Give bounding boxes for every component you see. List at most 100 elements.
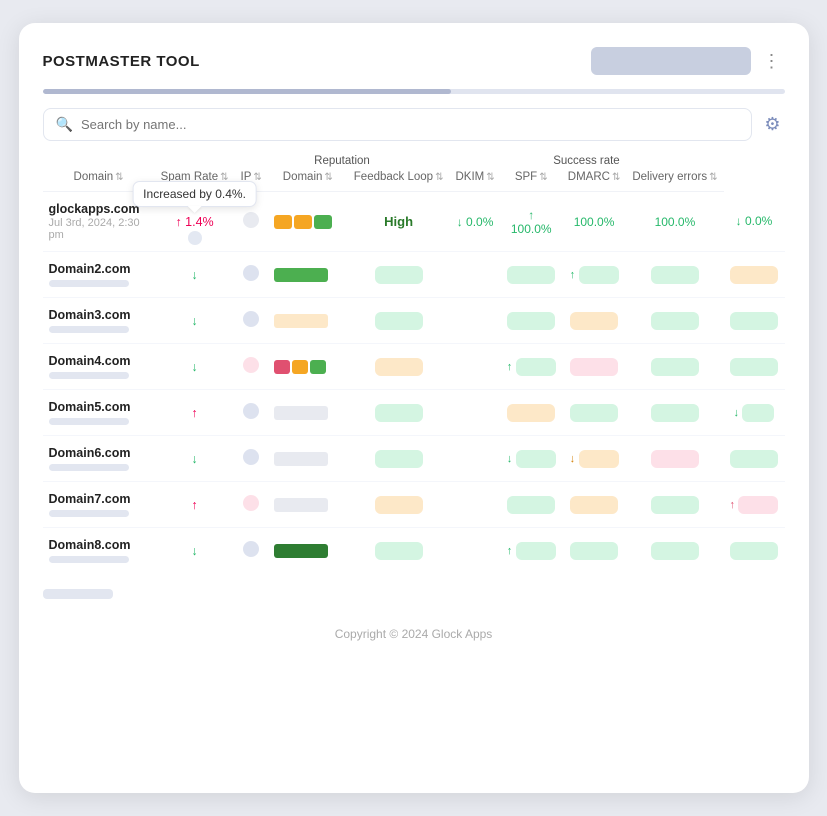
rep-bar-cell: [268, 390, 348, 436]
feedback-value: ↓ 0.0%: [457, 215, 494, 229]
search-input[interactable]: [81, 117, 739, 132]
spam-value: ↓: [191, 544, 197, 558]
ip-cell: [235, 390, 268, 436]
rep-bar-cell: [268, 528, 348, 574]
spam-value: ↓: [191, 360, 197, 374]
delivery-cell: ↓ 0.0%: [724, 192, 785, 252]
app-title: POSTMASTER TOOL: [43, 53, 200, 70]
spf-cell: ↓: [562, 436, 627, 482]
ip-cell: [235, 344, 268, 390]
feedback-cell: [348, 344, 450, 390]
table-row: Domain3.com↓: [43, 298, 785, 344]
rep-bars: [274, 360, 342, 374]
col-delivery: Delivery errors⇅: [626, 167, 723, 192]
header-right: ⋮: [591, 47, 785, 75]
ip-cell: [235, 482, 268, 528]
rep-bar-cell: [268, 436, 348, 482]
extra-cell: [449, 298, 500, 344]
dkim-cell: [501, 298, 562, 344]
feedback-val-cell: ↓ 0.0%: [449, 192, 500, 252]
extra-cell: [449, 436, 500, 482]
col-dkim: DKIM⇅: [449, 167, 500, 192]
table-row: Domain8.com↓ ↑: [43, 528, 785, 574]
spam-rate-cell: ↑: [155, 482, 235, 528]
domain-date-bar: [49, 464, 129, 471]
main-card: POSTMASTER TOOL ⋮ 🔍 ⚙ Reputation Success…: [19, 23, 809, 793]
domain-cell: Domain8.com: [43, 528, 155, 574]
ip-circle: [243, 495, 259, 511]
domain-name: Domain5.com: [49, 400, 149, 414]
spam-rate-cell: ↓: [155, 344, 235, 390]
spam-value: ↑: [191, 406, 197, 420]
table-row: glockapps.comJul 3rd, 2024, 2:30 pm Incr…: [43, 192, 785, 252]
domain-date-bar: [49, 418, 129, 425]
rep-bars: [274, 268, 342, 282]
ip-circle: [243, 212, 259, 228]
dkim-cell: [501, 482, 562, 528]
domain-cell: Domain4.com: [43, 344, 155, 390]
rep-bar-cell: [268, 298, 348, 344]
rep-bars: [274, 452, 342, 466]
rep-bars: [274, 314, 342, 328]
high-label: High: [384, 214, 413, 229]
extra-cell: [449, 482, 500, 528]
feedback-cell: [348, 298, 450, 344]
ip-circle: [243, 541, 259, 557]
dmarc-cell: [626, 390, 723, 436]
domain-name: Domain6.com: [49, 446, 149, 460]
rep-bars: [274, 498, 342, 512]
dmarc-cell: [626, 482, 723, 528]
footer: Copyright © 2024 Glock Apps: [43, 619, 785, 641]
delivery-cell: [724, 298, 785, 344]
spam-tooltip-wrap: Increased by 0.4%. ↑ 1.4%: [175, 215, 213, 229]
spam-value: ↓: [191, 268, 197, 282]
settings-icon[interactable]: ⚙: [760, 110, 784, 139]
domain-date-bar: [49, 280, 129, 287]
ip-circle: [243, 311, 259, 327]
spf-cell: [562, 298, 627, 344]
domain-name: Domain4.com: [49, 354, 149, 368]
spf-cell: [562, 390, 627, 436]
table-wrap: Reputation Success rate Domain⇅ Spam Rat…: [43, 155, 785, 573]
delivery-cell: [724, 436, 785, 482]
rep-bar-cell: [268, 192, 348, 252]
pagination-bar: [43, 589, 113, 599]
delivery-value: ↓ 0.0%: [736, 214, 773, 228]
rep-bar-cell: [268, 482, 348, 528]
spam-value: ↓: [191, 314, 197, 328]
spf-value: 100.0%: [574, 215, 615, 229]
rep-bar-cell: [268, 344, 348, 390]
table-row: Domain4.com ↓ ↑: [43, 344, 785, 390]
domain-name: Domain7.com: [49, 492, 149, 506]
dkim-cell: ↓: [501, 436, 562, 482]
col-spf: SPF⇅: [501, 167, 562, 192]
spam-rate-cell: ↓: [155, 436, 235, 482]
spam-value: ↑: [191, 498, 197, 512]
ip-cell: [235, 436, 268, 482]
delivery-cell: [724, 528, 785, 574]
spf-cell: [562, 482, 627, 528]
dmarc-cell: [626, 252, 723, 298]
table-row: Domain7.com↑ ↑: [43, 482, 785, 528]
spf-cell: 100.0%: [562, 192, 627, 252]
domain-name: Domain2.com: [49, 262, 149, 276]
delivery-cell: [724, 252, 785, 298]
dmarc-cell: 100.0%: [626, 192, 723, 252]
extra-cell: [449, 528, 500, 574]
header-bar: [591, 47, 751, 75]
dkim-cell: ↑: [501, 344, 562, 390]
domain-date-bar: [49, 326, 129, 333]
extra-cell: [449, 344, 500, 390]
ip-circle: [243, 449, 259, 465]
more-options-icon[interactable]: ⋮: [759, 49, 785, 74]
header-row: POSTMASTER TOOL ⋮: [43, 47, 785, 75]
table-row: Domain2.com↓ ↑: [43, 252, 785, 298]
col-rep-domain: Domain⇅: [268, 167, 348, 192]
col-dmarc: DMARC⇅: [562, 167, 627, 192]
delivery-cell: ↓: [724, 390, 785, 436]
feedback-cell: [348, 252, 450, 298]
ip-circle: [243, 265, 259, 281]
search-box: 🔍: [43, 108, 753, 141]
extra-cell: [449, 390, 500, 436]
spam-value: ↓: [191, 452, 197, 466]
